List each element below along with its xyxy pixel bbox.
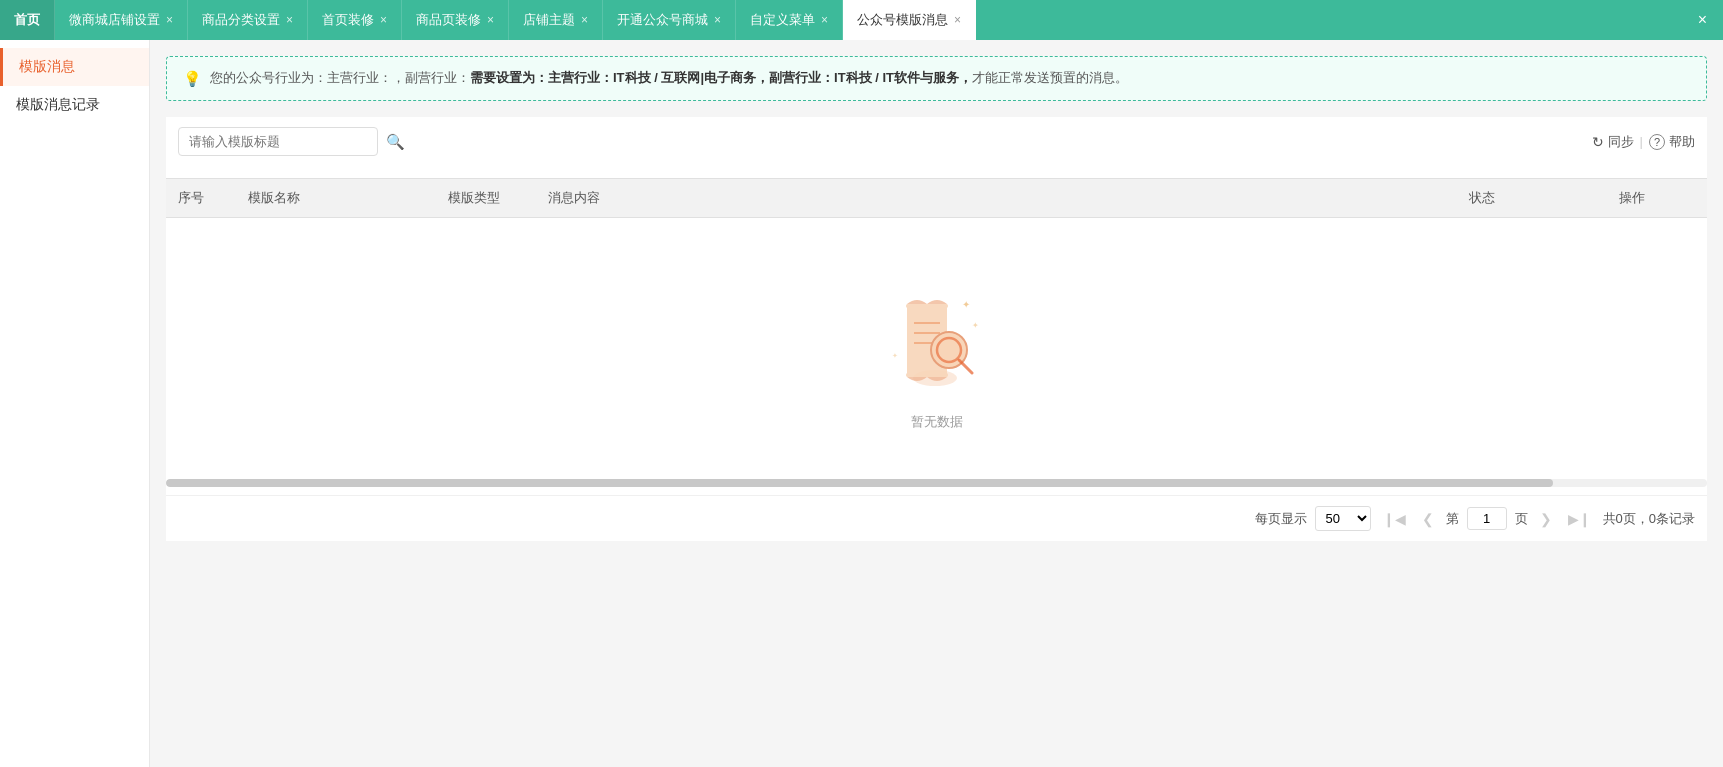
svg-text:✦: ✦ — [892, 352, 898, 359]
sidebar-item-template-message-record[interactable]: 模版消息记录 — [0, 86, 149, 124]
tab-home-label: 首页 — [14, 11, 40, 29]
close-all-icon: × — [1698, 11, 1707, 29]
tab-wechat-shop-label: 微商城店铺设置 — [69, 11, 160, 29]
notice-highlight: 需要设置为：主营行业：IT科技 / 互联网|电子商务，副营行业：IT科技 / I… — [470, 70, 972, 85]
tab-custom-menu[interactable]: 自定义菜单 × — [736, 0, 843, 40]
svg-text:✦: ✦ — [972, 321, 979, 330]
top-navigation: 首页 微商城店铺设置 × 商品分类设置 × 首页装修 × 商品页装修 × 店铺主… — [0, 0, 1723, 40]
content-area: 💡 您的公众号行业为：主营行业：，副营行业：需要设置为：主营行业：IT科技 / … — [150, 40, 1723, 767]
col-status: 状态 — [1457, 179, 1607, 218]
horizontal-scrollbar[interactable] — [166, 479, 1707, 487]
page-size-select[interactable]: 50 20 100 — [1315, 506, 1371, 531]
search-button[interactable]: 🔍 — [386, 133, 405, 151]
tab-home[interactable]: 首页 — [0, 0, 55, 40]
tab-custom-menu-label: 自定义菜单 — [750, 11, 815, 29]
empty-illustration: ✦ ✦ ✦ — [877, 278, 997, 398]
tab-store-theme-label: 店铺主题 — [523, 11, 575, 29]
last-page-button[interactable]: ▶❙ — [1564, 509, 1595, 529]
svg-line-6 — [959, 360, 972, 373]
sidebar-item-template-message-record-label: 模版消息记录 — [16, 96, 100, 112]
col-type: 模版类型 — [436, 179, 536, 218]
tab-store-theme[interactable]: 店铺主题 × — [509, 0, 603, 40]
sidebar-item-template-message-label: 模版消息 — [19, 58, 75, 74]
search-icon: 🔍 — [386, 133, 405, 150]
tab-custom-menu-close[interactable]: × — [821, 13, 828, 27]
tab-product-decor[interactable]: 商品页装修 × — [402, 0, 509, 40]
help-label: 帮助 — [1669, 133, 1695, 151]
tab-product-category[interactable]: 商品分类设置 × — [188, 0, 308, 40]
search-right: ↻ 同步 | ? 帮助 — [1592, 133, 1695, 151]
close-all-button[interactable]: × — [1682, 0, 1723, 40]
tab-store-theme-close[interactable]: × — [581, 13, 588, 27]
notice-suffix: 才能正常发送预置的消息。 — [972, 70, 1128, 85]
tab-homepage-decor-close[interactable]: × — [380, 13, 387, 27]
tab-open-wechat-mall-close[interactable]: × — [714, 13, 721, 27]
search-bar: 🔍 ↻ 同步 | ? 帮助 — [166, 117, 1707, 166]
help-button[interactable]: ? 帮助 — [1649, 133, 1695, 151]
page-label: 页 — [1515, 510, 1528, 528]
tab-product-category-close[interactable]: × — [286, 13, 293, 27]
next-page-button[interactable]: ❯ — [1536, 509, 1556, 529]
data-table: 序号 模版名称 模版类型 消息内容 状态 — [166, 178, 1707, 471]
sync-label: 同步 — [1608, 133, 1634, 151]
table-header-row: 序号 模版名称 模版类型 消息内容 状态 — [166, 179, 1707, 218]
col-action: 操作 — [1607, 179, 1707, 218]
tab-wechat-shop[interactable]: 微商城店铺设置 × — [55, 0, 188, 40]
sync-icon: ↻ — [1592, 134, 1604, 150]
tab-template-message[interactable]: 公众号模版消息 × — [843, 0, 976, 40]
first-page-button[interactable]: ❙◀ — [1379, 509, 1410, 529]
sidebar-item-template-message[interactable]: 模版消息 — [0, 48, 149, 86]
col-content: 消息内容 — [536, 179, 1457, 218]
notice-text: 您的公众号行业为：主营行业：，副营行业：需要设置为：主营行业：IT科技 / 互联… — [210, 69, 1128, 87]
tab-template-message-close[interactable]: × — [954, 13, 961, 27]
tab-template-message-label: 公众号模版消息 — [857, 11, 948, 29]
empty-state: ✦ ✦ ✦ 暂无数据 — [166, 218, 1707, 471]
tab-product-decor-close[interactable]: × — [487, 13, 494, 27]
tab-homepage-decor-label: 首页装修 — [322, 11, 374, 29]
page-number-input[interactable] — [1467, 507, 1507, 530]
bulb-icon: 💡 — [183, 70, 202, 88]
pagination: 每页显示 50 20 100 ❙◀ ❮ 第 页 ❯ ▶❙ 共0页，0条记录 — [166, 495, 1707, 541]
empty-state-row: ✦ ✦ ✦ 暂无数据 — [166, 218, 1707, 472]
tab-open-wechat-mall-label: 开通公众号商城 — [617, 11, 708, 29]
empty-icon-wrapper: ✦ ✦ ✦ — [166, 278, 1707, 401]
help-icon: ? — [1649, 134, 1665, 150]
notice-prefix: 您的公众号行业为：主营行业：，副营行业： — [210, 70, 470, 85]
col-name: 模版名称 — [236, 179, 436, 218]
prev-page-button[interactable]: ❮ — [1418, 509, 1438, 529]
tab-wechat-shop-close[interactable]: × — [166, 13, 173, 27]
tab-product-category-label: 商品分类设置 — [202, 11, 280, 29]
empty-text: 暂无数据 — [166, 413, 1707, 431]
main-layout: 模版消息 模版消息记录 💡 您的公众号行业为：主营行业：，副营行业：需要设置为：… — [0, 40, 1723, 767]
tab-open-wechat-mall[interactable]: 开通公众号商城 × — [603, 0, 736, 40]
svg-text:✦: ✦ — [962, 299, 970, 310]
scroll-thumb[interactable] — [166, 479, 1553, 487]
sidebar: 模版消息 模版消息记录 — [0, 40, 150, 767]
search-left: 🔍 — [178, 127, 405, 156]
page-di-label: 第 — [1446, 510, 1459, 528]
col-index: 序号 — [166, 179, 236, 218]
table-wrapper: 🔍 ↻ 同步 | ? 帮助 — [166, 117, 1707, 541]
total-label: 共0页，0条记录 — [1603, 510, 1695, 528]
notice-box: 💡 您的公众号行业为：主营行业：，副营行业：需要设置为：主营行业：IT科技 / … — [166, 56, 1707, 101]
page-size-label: 每页显示 — [1255, 510, 1307, 528]
sync-button[interactable]: ↻ 同步 — [1592, 133, 1634, 151]
search-input[interactable] — [178, 127, 378, 156]
tab-product-decor-label: 商品页装修 — [416, 11, 481, 29]
divider: | — [1640, 134, 1643, 149]
tab-homepage-decor[interactable]: 首页装修 × — [308, 0, 402, 40]
